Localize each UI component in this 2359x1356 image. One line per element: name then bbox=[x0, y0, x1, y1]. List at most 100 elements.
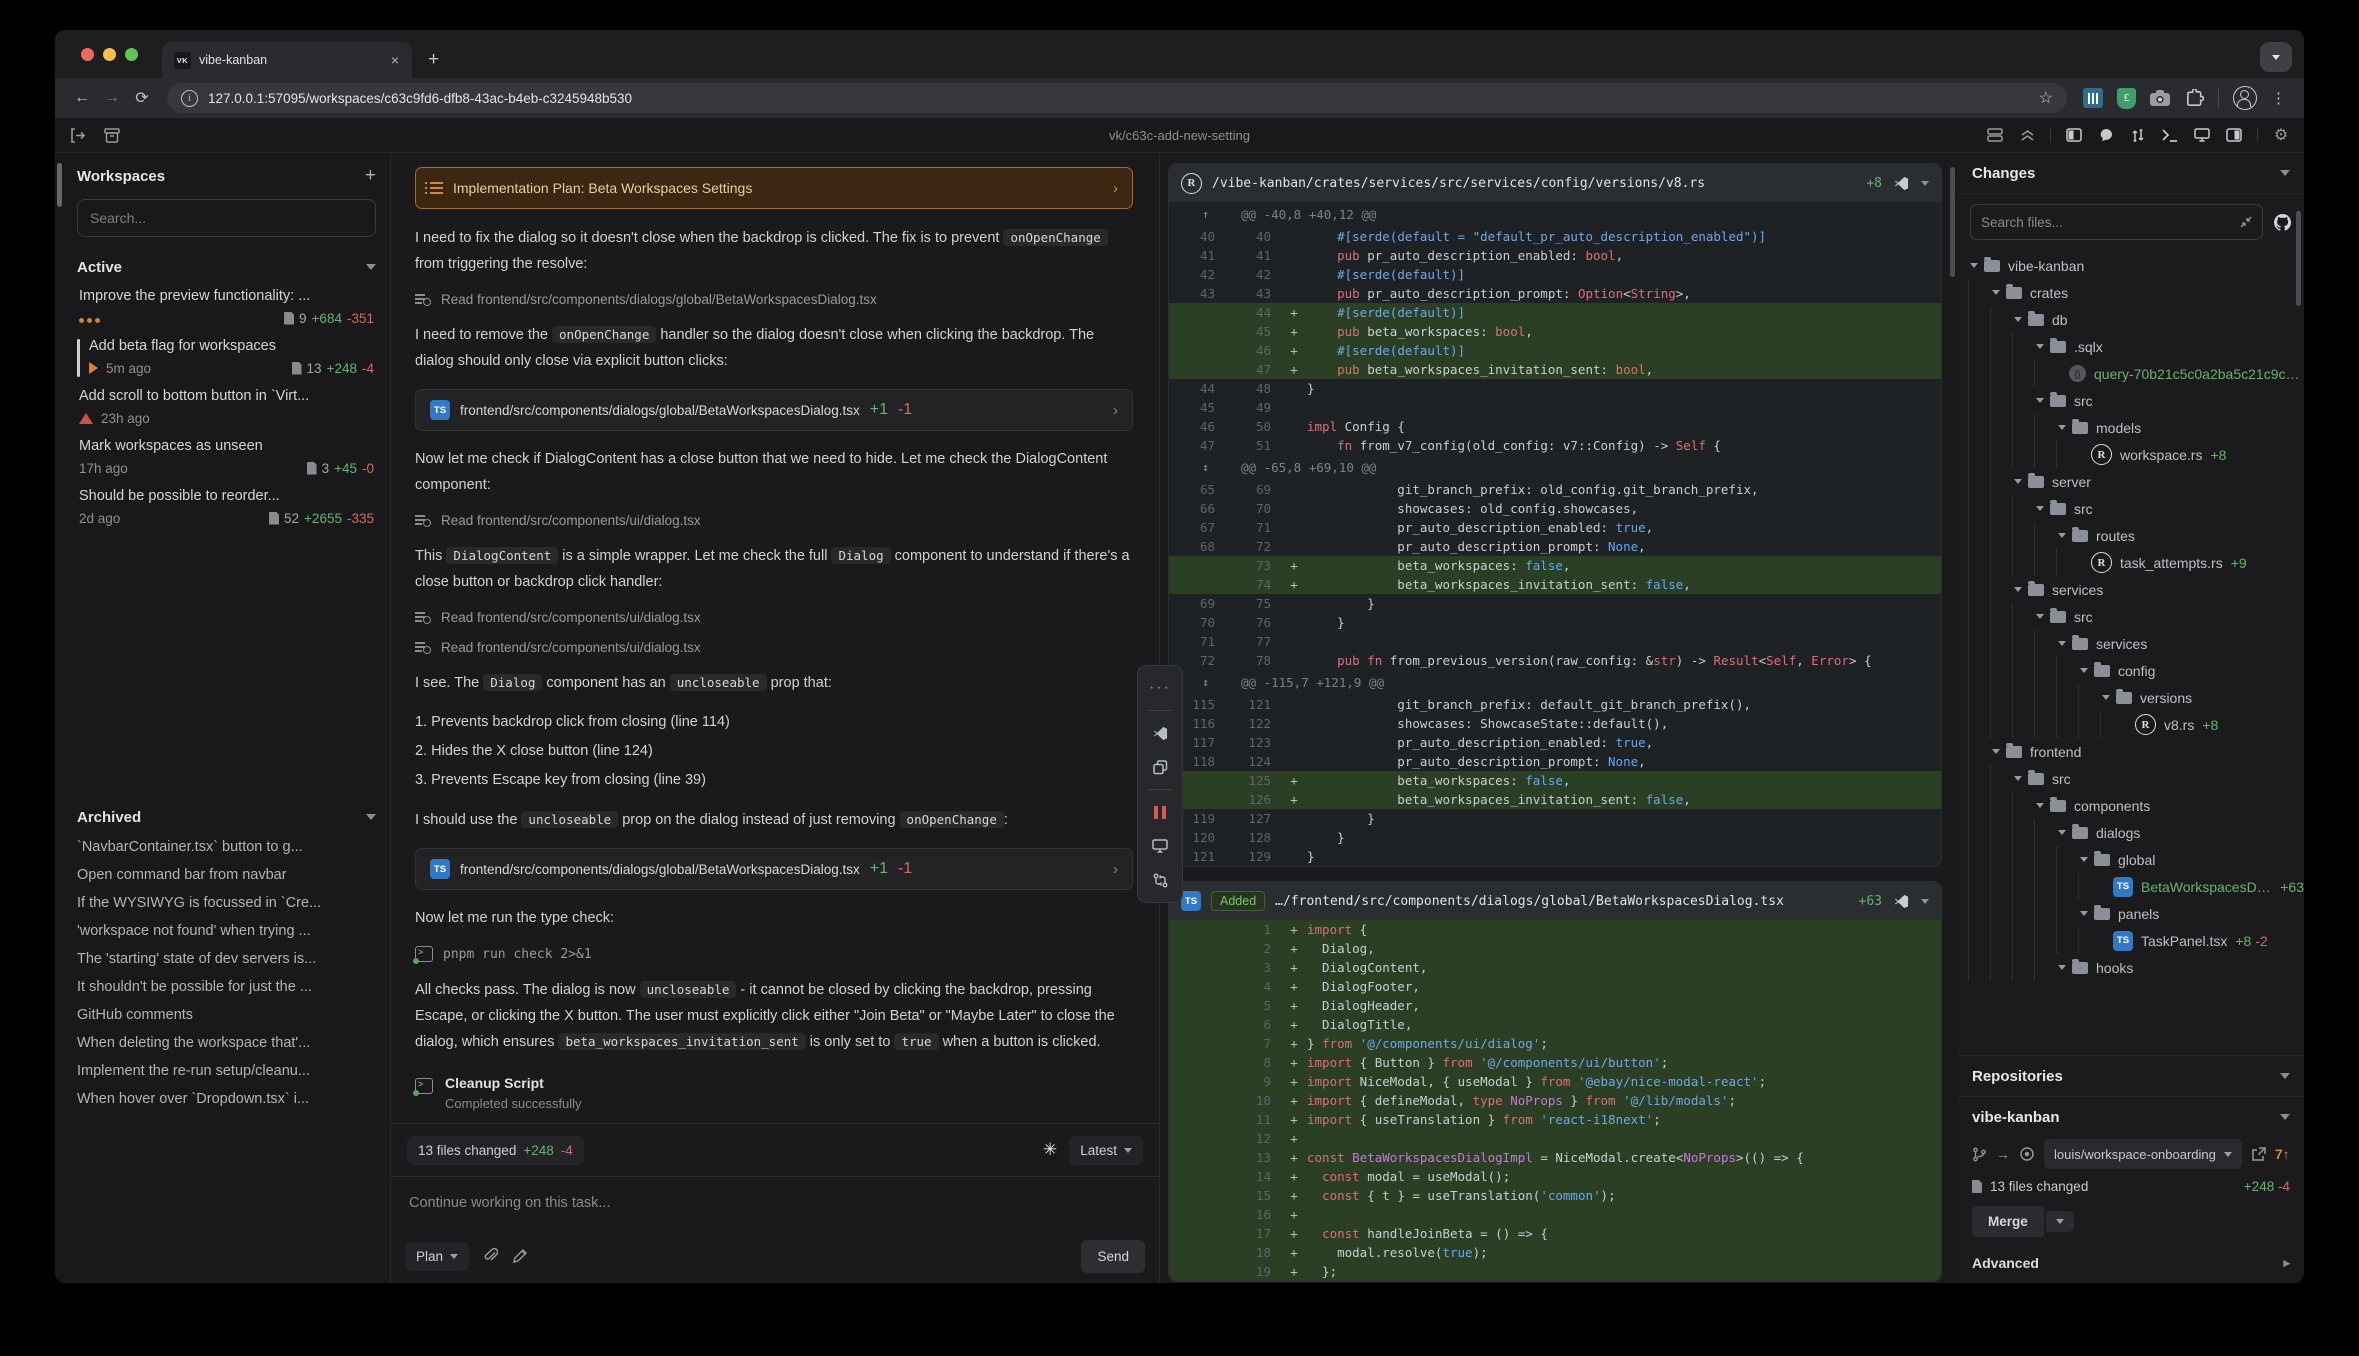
target-icon[interactable] bbox=[2019, 1146, 2035, 1162]
diff-line[interactable]: 125 + beta_workspaces: false, bbox=[1169, 771, 1941, 790]
extension-shield-icon[interactable]: £ bbox=[2117, 87, 2136, 109]
diff-line[interactable]: 6 + DialogTitle, bbox=[1169, 1015, 1941, 1034]
changes-header[interactable]: Changes bbox=[1958, 153, 2304, 194]
github-icon[interactable] bbox=[2273, 213, 2292, 232]
extension-bars-icon[interactable] bbox=[2083, 88, 2103, 108]
tree-folder[interactable]: src bbox=[1968, 387, 2304, 414]
workspace-item[interactable]: Mark workspaces as unseen 17h ago 3 +45 -0 bbox=[77, 433, 376, 483]
diff-line[interactable]: 2 + Dialog, bbox=[1169, 939, 1941, 958]
version-dropdown[interactable]: Latest bbox=[1069, 1135, 1143, 1165]
diff-line[interactable]: 47 + pub beta_workspaces_invitation_sent:… bbox=[1169, 360, 1941, 379]
tree-folder[interactable]: frontend bbox=[1968, 738, 2304, 765]
extensions-puzzle-icon[interactable] bbox=[2184, 88, 2204, 108]
diff-line[interactable]: 8 + import { Button } from '@/components/u… bbox=[1169, 1053, 1941, 1072]
hunk-header[interactable]: ↑ @@ -40,8 +40,12 @@ bbox=[1169, 202, 1941, 227]
tree-folder[interactable]: src bbox=[1968, 765, 2304, 792]
section-header-active[interactable]: Active bbox=[77, 251, 376, 283]
expand-hunk-icon[interactable]: ↑ bbox=[1169, 208, 1241, 221]
section-header-archived[interactable]: Archived bbox=[77, 801, 376, 833]
chevron-down-icon[interactable] bbox=[1921, 898, 1929, 904]
profile-avatar[interactable] bbox=[2233, 86, 2257, 110]
diff-line[interactable]: 16 + bbox=[1169, 1205, 1941, 1224]
diff-line[interactable]: 119 127 } bbox=[1169, 809, 1941, 828]
tree-file[interactable]: Rworkspace.rs +8 bbox=[1968, 441, 2304, 468]
archived-workspace-item[interactable]: Implement the re-run setup/cleanu... bbox=[77, 1057, 376, 1085]
diff-line[interactable]: 42 42 #[serde(default)] bbox=[1169, 265, 1941, 284]
workspace-item[interactable]: Add beta flag for workspaces 5m ago 13 +248… bbox=[77, 333, 376, 383]
diff-line[interactable]: 14 + const modal = useModal(); bbox=[1169, 1167, 1941, 1186]
attachment-paperclip-icon[interactable] bbox=[483, 1247, 499, 1265]
archived-workspace-item[interactable]: Open command bar from navbar bbox=[77, 861, 376, 889]
diff-line[interactable]: 13 + const BetaWorkspacesDialogImpl = Nice… bbox=[1169, 1148, 1941, 1167]
diff-line[interactable]: 18 + modal.resolve(true); bbox=[1169, 1243, 1941, 1262]
tab-close-icon[interactable]: × bbox=[388, 52, 402, 68]
task-input[interactable]: Continue working on this task... bbox=[391, 1177, 1159, 1229]
diff-line[interactable]: 1 + import { bbox=[1169, 920, 1941, 939]
archived-workspace-item[interactable]: 'workspace not found' when trying ... bbox=[77, 917, 376, 945]
tree-folder[interactable]: components bbox=[1968, 792, 2304, 819]
open-in-vscode-icon[interactable] bbox=[1894, 176, 1909, 191]
diff-panel-header[interactable]: R/vibe-kanban/crates/services/src/servic… bbox=[1169, 164, 1941, 202]
tree-folder[interactable]: versions bbox=[1968, 684, 2304, 711]
tree-file[interactable]: TS TaskPanel.tsx +8 -2 bbox=[1968, 927, 2304, 954]
diff-line[interactable]: 47 51 fn from_v7_config(old_config: v7::C… bbox=[1169, 436, 1941, 455]
tree-folder[interactable]: src bbox=[1968, 603, 2304, 630]
address-bar[interactable]: i 127.0.0.1:57095/workspaces/c63c9fd6-df… bbox=[167, 83, 2067, 113]
diff-line[interactable]: 65 69 git_branch_prefix: old_config.git_b… bbox=[1169, 480, 1941, 499]
tree-folder[interactable]: routes bbox=[1968, 522, 2304, 549]
tree-folder[interactable]: .sqlx bbox=[1968, 333, 2304, 360]
monitor-icon[interactable] bbox=[1138, 830, 1182, 862]
diff-line[interactable]: 44 48} bbox=[1169, 379, 1941, 398]
hunk-header[interactable]: ↕ @@ -65,8 +69,10 @@ bbox=[1169, 455, 1941, 480]
minimize-window-button[interactable] bbox=[103, 47, 116, 61]
open-in-vscode-icon[interactable] bbox=[1894, 894, 1909, 909]
merge-options-button[interactable] bbox=[2045, 1211, 2074, 1232]
add-workspace-button[interactable]: + bbox=[365, 165, 376, 187]
copy-icon[interactable] bbox=[1138, 751, 1182, 783]
tree-folder[interactable]: panels bbox=[1968, 900, 2304, 927]
merge-button[interactable]: Merge bbox=[1972, 1206, 2044, 1237]
tree-folder[interactable]: config bbox=[1968, 657, 2304, 684]
file-edit-card[interactable]: TS frontend/src/components/dialogs/global… bbox=[415, 848, 1133, 890]
send-button[interactable]: Send bbox=[1081, 1239, 1145, 1273]
diff-line[interactable]: 10 + import { defineModal, type NoProps } … bbox=[1169, 1091, 1941, 1110]
advanced-section[interactable]: Advanced ▸ bbox=[1958, 1243, 2304, 1283]
diff-line[interactable]: 67 71 pr_auto_description_enabled: true, bbox=[1169, 518, 1941, 537]
sidebar-scrollbar[interactable] bbox=[57, 163, 62, 207]
zoom-window-button[interactable] bbox=[125, 47, 138, 61]
tree-folder[interactable]: db bbox=[1968, 306, 2304, 333]
diff-line[interactable]: 11 + import { useTranslation } from 'react… bbox=[1169, 1110, 1941, 1129]
diff-line[interactable]: 69 75 } bbox=[1169, 594, 1941, 613]
tree-folder[interactable]: vibe-kanban bbox=[1968, 252, 2304, 279]
tab-search-button[interactable] bbox=[2260, 42, 2292, 72]
diff-line[interactable]: 126 + beta_workspaces_invitation_sent: fa… bbox=[1169, 790, 1941, 809]
archived-workspace-item[interactable]: It shouldn't be possible for just the ..… bbox=[77, 973, 376, 1001]
conversation-scroll[interactable]: Implementation Plan: Beta Workspaces Set… bbox=[391, 153, 1159, 1123]
workspace-item[interactable]: Add scroll to bottom button in `Virt... 2… bbox=[77, 383, 376, 433]
diff-line[interactable]: 19 + }; bbox=[1169, 1262, 1941, 1281]
tree-folder[interactable]: crates bbox=[1968, 279, 2304, 306]
diff-line[interactable]: 9 + import NiceModal, { useModal } from '@… bbox=[1169, 1072, 1941, 1091]
tree-folder[interactable]: global bbox=[1968, 846, 2304, 873]
mode-dropdown[interactable]: Plan bbox=[405, 1241, 470, 1271]
tool-call-row[interactable]: Read frontend/src/components/ui/dialog.t… bbox=[415, 640, 1133, 655]
diff-line[interactable]: 120 128 } bbox=[1169, 828, 1941, 847]
archived-workspace-item[interactable]: When hover over `Dropdown.tsx` i... bbox=[77, 1085, 376, 1113]
tree-folder[interactable]: services bbox=[1968, 576, 2304, 603]
archived-workspace-item[interactable]: The 'starting' state of dev servers is..… bbox=[77, 945, 376, 973]
archived-workspace-item[interactable]: If the WYSIWYG is focussed in `Cre... bbox=[77, 889, 376, 917]
diff-line[interactable]: 3 + DialogContent, bbox=[1169, 958, 1941, 977]
diff-line[interactable]: 41 41 pub pr_auto_description_enabled: bo… bbox=[1169, 246, 1941, 265]
diff-line[interactable]: 46 + #[serde(default)] bbox=[1169, 341, 1941, 360]
site-info-icon[interactable]: i bbox=[181, 89, 198, 107]
tree-folder[interactable]: models bbox=[1968, 414, 2304, 441]
diff-line[interactable]: 71 77 bbox=[1169, 632, 1941, 651]
terminal-command-row[interactable]: pnpm run check 2>&1 bbox=[413, 946, 1133, 964]
edit-pen-icon[interactable] bbox=[512, 1248, 528, 1264]
tree-folder[interactable]: src bbox=[1968, 495, 2304, 522]
diff-line[interactable]: 72 78 pub fn from_previous_version(raw_co… bbox=[1169, 651, 1941, 670]
diff-line[interactable]: 43 43 pub pr_auto_description_prompt: Opt… bbox=[1169, 284, 1941, 303]
browser-menu-icon[interactable]: ⋮ bbox=[2271, 89, 2286, 107]
repo-row[interactable]: vibe-kanban bbox=[1958, 1097, 2304, 1137]
diff-scrollbar[interactable] bbox=[1950, 167, 1955, 277]
